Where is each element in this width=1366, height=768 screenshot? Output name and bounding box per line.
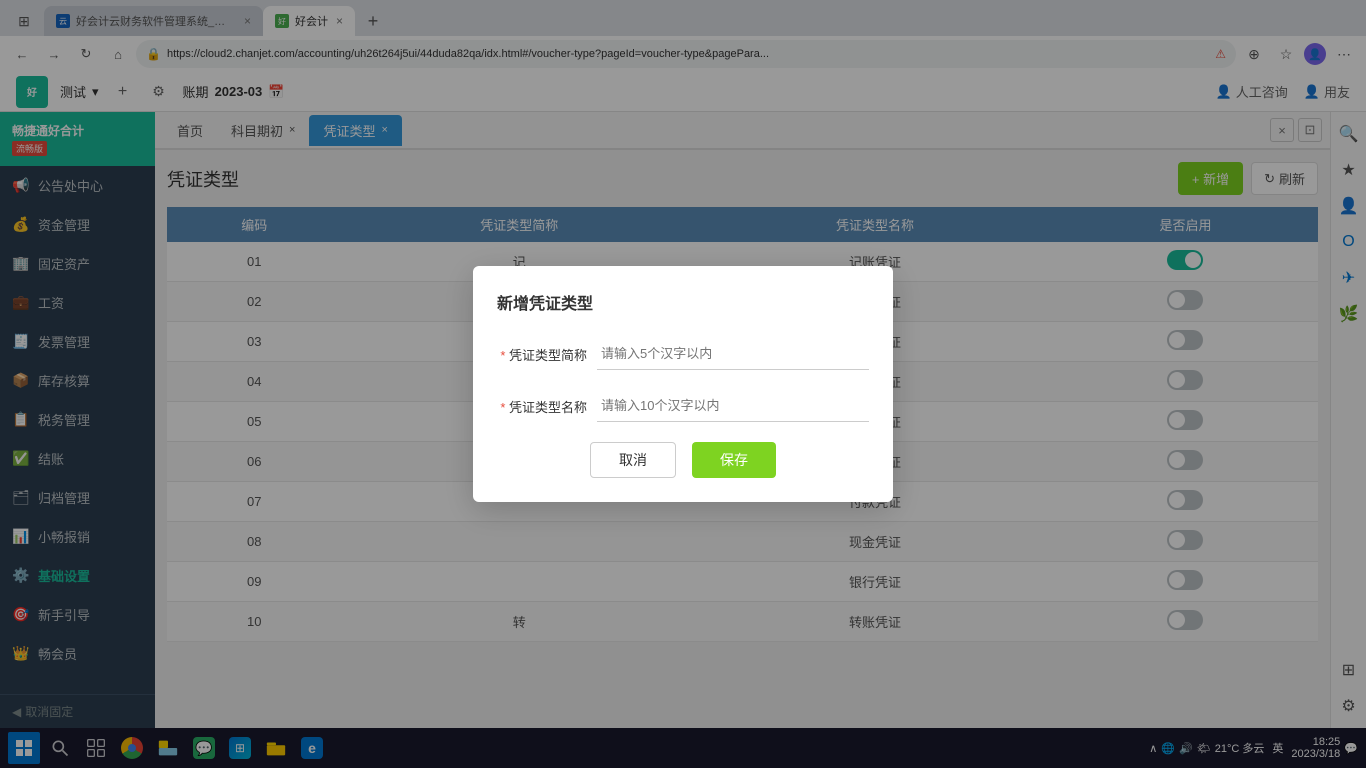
abbr-input[interactable] [597, 338, 869, 370]
abbr-label: 凭证类型简称 [497, 345, 587, 364]
save-button[interactable]: 保存 [692, 442, 776, 478]
cancel-button[interactable]: 取消 [590, 442, 676, 478]
modal-footer: 取消 保存 [497, 442, 869, 478]
modal-overlay: 新增凭证类型 凭证类型简称 凭证类型名称 取消 保存 [0, 0, 1366, 768]
name-input[interactable] [597, 390, 869, 422]
new-voucher-type-modal: 新增凭证类型 凭证类型简称 凭证类型名称 取消 保存 [473, 266, 893, 502]
name-form-row: 凭证类型名称 [497, 390, 869, 422]
modal-title: 新增凭证类型 [497, 290, 869, 314]
name-label: 凭证类型名称 [497, 397, 587, 416]
abbr-form-row: 凭证类型简称 [497, 338, 869, 370]
